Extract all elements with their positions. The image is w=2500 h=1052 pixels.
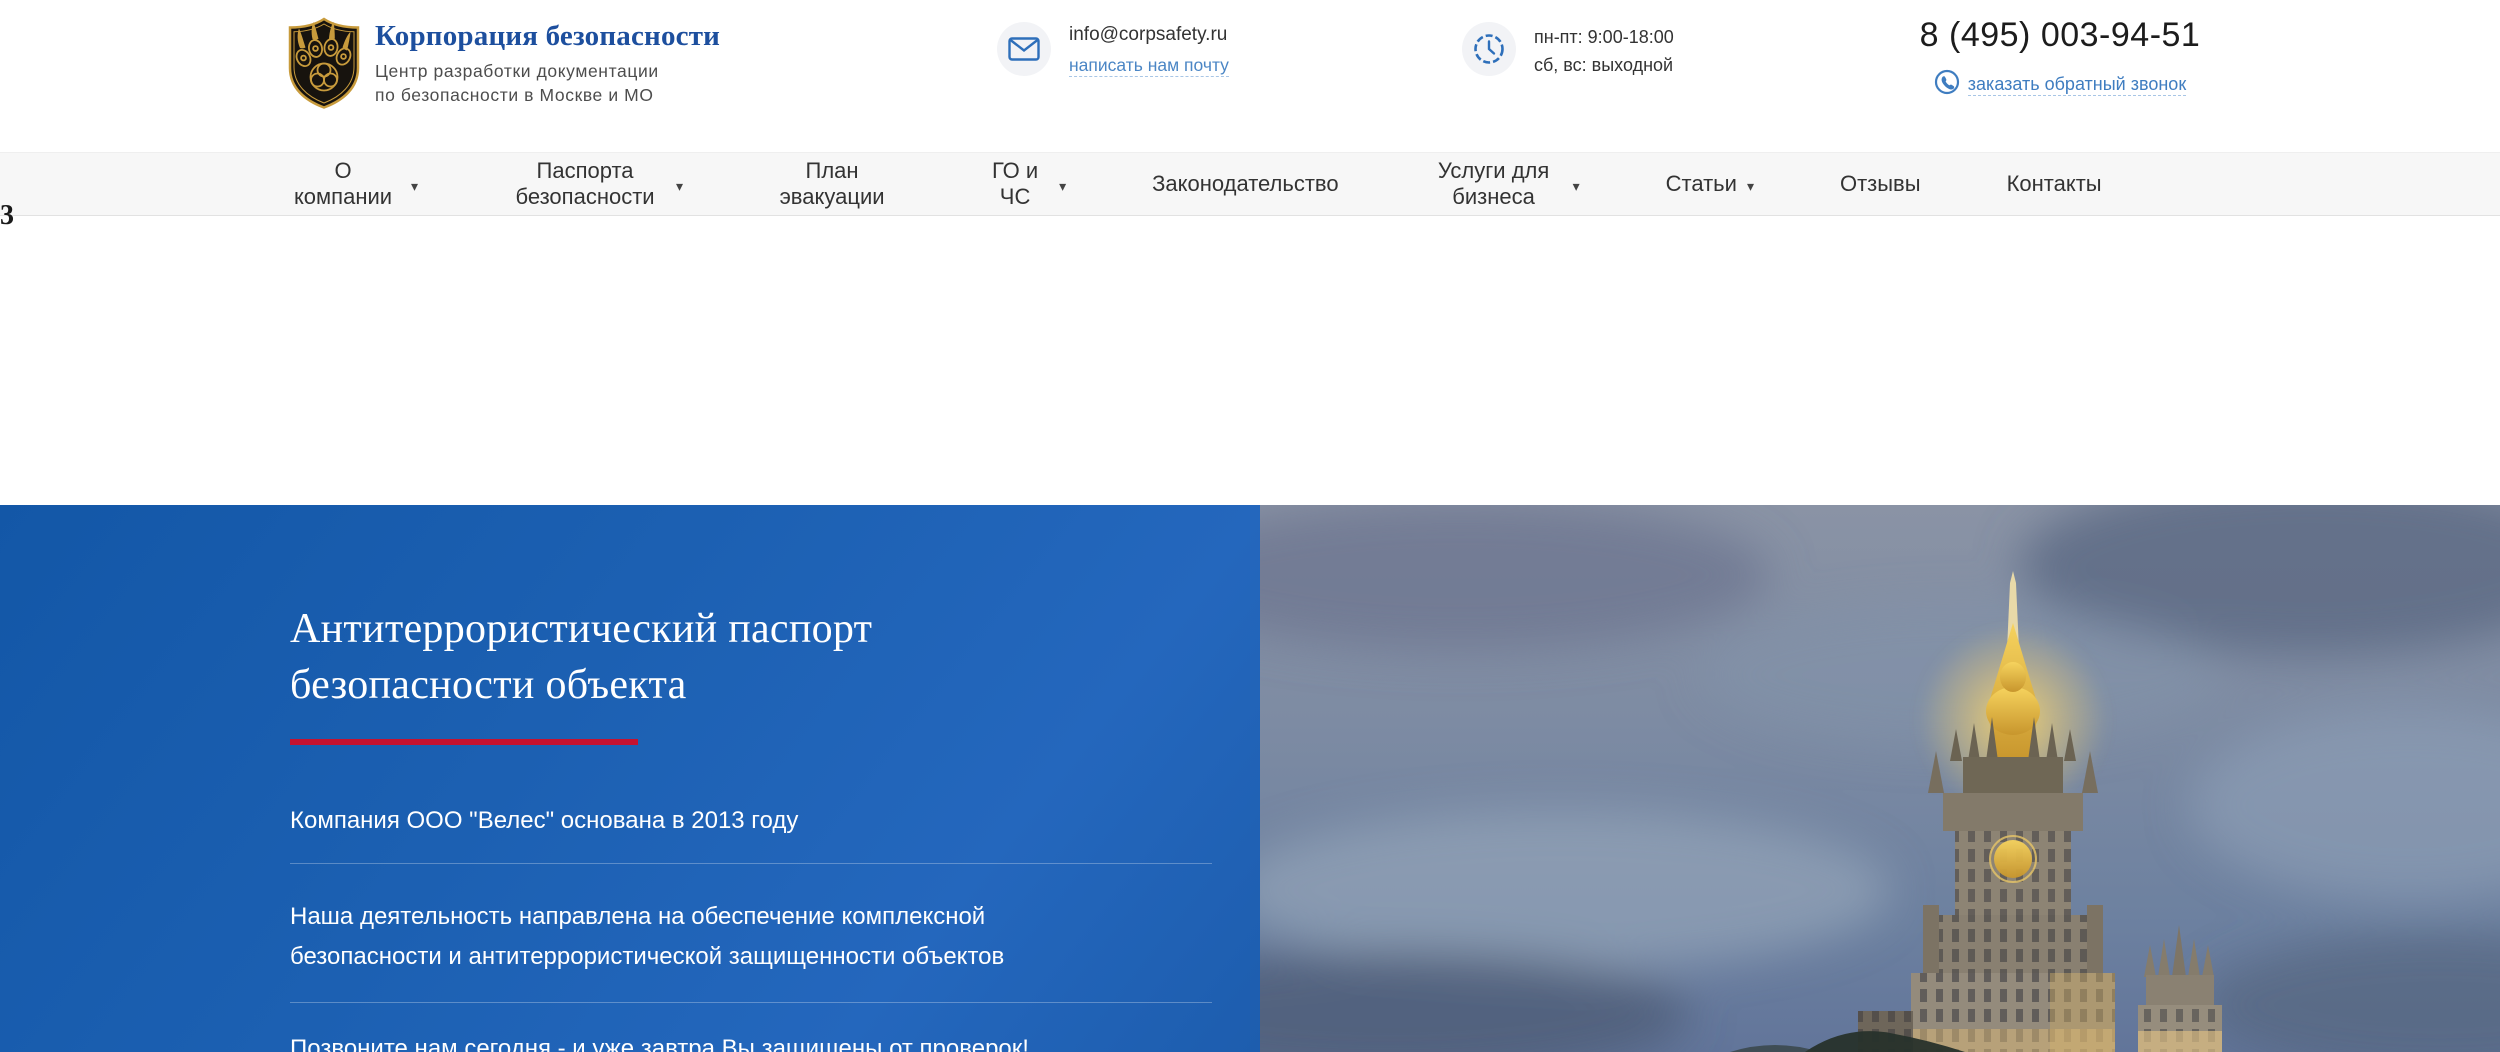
nav-item-9[interactable]: Контакты bbox=[2007, 171, 2102, 197]
nav-item-label: Отзывы bbox=[1839, 171, 1921, 197]
hero-separator-2 bbox=[290, 1002, 1212, 1003]
phone-number: 8 (495) 003-94-51 bbox=[1919, 16, 2201, 54]
hero-paragraph-2: Наша деятельность направлена на обеспече… bbox=[290, 903, 1005, 970]
hero-section: Антитеррористический паспорт безопасност… bbox=[0, 505, 2500, 1052]
chevron-down-icon: ▾ bbox=[1572, 177, 1580, 194]
nav-item-label: Услуги для бизнеса bbox=[1437, 158, 1550, 209]
phone-circle-icon bbox=[1934, 69, 1960, 100]
site-header: Корпорация безопасности Центр разработки… bbox=[0, 0, 2500, 152]
nav-item-label: План эвакуации bbox=[779, 158, 885, 209]
brand-text: Корпорация безопасности Центр разработки… bbox=[375, 20, 720, 107]
nav-item-2[interactable]: Паспорта безопасности ▾ bbox=[504, 158, 683, 210]
tagline-line-2: по безопасности в Москве и МО bbox=[375, 85, 654, 106]
chevron-down-icon: ▾ bbox=[676, 177, 684, 194]
hero-title-line-2: безопасности объекта bbox=[290, 662, 687, 708]
building-photo bbox=[1260, 505, 2500, 1052]
main-nav-list: О компании ▾ Паспорта безопасности ▾ План эв… bbox=[0, 153, 2500, 215]
hours-weekend: сб, вс: выходной bbox=[1534, 54, 1674, 75]
nav-item-4[interactable]: ГО и ЧС ▾ bbox=[981, 158, 1066, 210]
nav-item-5[interactable]: Законодательство bbox=[1152, 171, 1339, 197]
nav-item-3[interactable]: План эвакуации bbox=[769, 158, 895, 210]
envelope-icon bbox=[997, 22, 1051, 76]
nav-item-label: Контакты bbox=[2006, 171, 2102, 197]
phone-block: 8 (495) 003-94-51 заказать обратный звон… bbox=[1880, 16, 2240, 100]
hero-paragraph-1: Компания ООО "Велес" основана в 2013 год… bbox=[290, 807, 799, 834]
nav-item-label: Паспорта безопасности bbox=[515, 158, 655, 209]
red-divider-bar bbox=[290, 739, 638, 745]
nav-item-6[interactable]: Услуги для бизнеса ▾ bbox=[1425, 158, 1580, 210]
company-name: Корпорация безопасности bbox=[375, 20, 721, 52]
email-address: info@corpsafety.ru bbox=[1069, 24, 1228, 45]
nav-item-7[interactable]: Статьи ▾ bbox=[1666, 171, 1754, 197]
nav-item-label: О компании bbox=[293, 158, 393, 209]
hero-title: Антитеррористический паспорт безопасност… bbox=[290, 601, 872, 713]
email-contact-block: info@corpsafety.ru написать нам почту bbox=[997, 22, 1229, 77]
chevron-down-icon: ▾ bbox=[1746, 177, 1754, 194]
page: Корпорация безопасности Центр разработки… bbox=[0, 0, 2500, 1052]
company-tagline: Центр разработки документации по безопас… bbox=[375, 59, 720, 107]
clock-icon bbox=[1462, 22, 1516, 76]
tagline-line-1: Центр разработки документации bbox=[375, 61, 659, 81]
main-nav: О компании ▾ Паспорта безопасности ▾ План эв… bbox=[0, 152, 2500, 216]
working-hours-block: пн-пт: 9:00-18:00 сб, вс: выходной bbox=[1462, 22, 1674, 80]
shield-paw-logo-icon bbox=[285, 17, 363, 115]
clipped-edge-text: 33 bbox=[0, 200, 14, 231]
write-email-link[interactable]: написать нам почту bbox=[1069, 55, 1229, 77]
nav-item-1[interactable]: О компании ▾ bbox=[285, 158, 418, 210]
chevron-down-icon: ▾ bbox=[411, 177, 419, 194]
callback-link[interactable]: заказать обратный звонок bbox=[1934, 69, 2187, 100]
callback-label: заказать обратный звонок bbox=[1967, 73, 2187, 96]
hero-separator-1 bbox=[290, 863, 1212, 864]
nav-item-label: Законодательство bbox=[1152, 171, 1339, 197]
nav-item-label: Статьи bbox=[1665, 171, 1737, 197]
hero-paragraph-3: Позвоните нам сегодня - и уже завтра Вы … bbox=[290, 1035, 1029, 1052]
hero-blue-panel: Антитеррористический паспорт безопасност… bbox=[0, 505, 1260, 1052]
chevron-down-icon: ▾ bbox=[1059, 177, 1067, 194]
hours-weekdays: пн-пт: 9:00-18:00 bbox=[1534, 27, 1674, 47]
nav-item-label: ГО и ЧС bbox=[991, 158, 1039, 209]
hero-title-line-1: Антитеррористический паспорт bbox=[290, 606, 873, 652]
nav-item-8[interactable]: Отзывы bbox=[1840, 171, 1921, 197]
company-logo[interactable] bbox=[285, 14, 363, 111]
